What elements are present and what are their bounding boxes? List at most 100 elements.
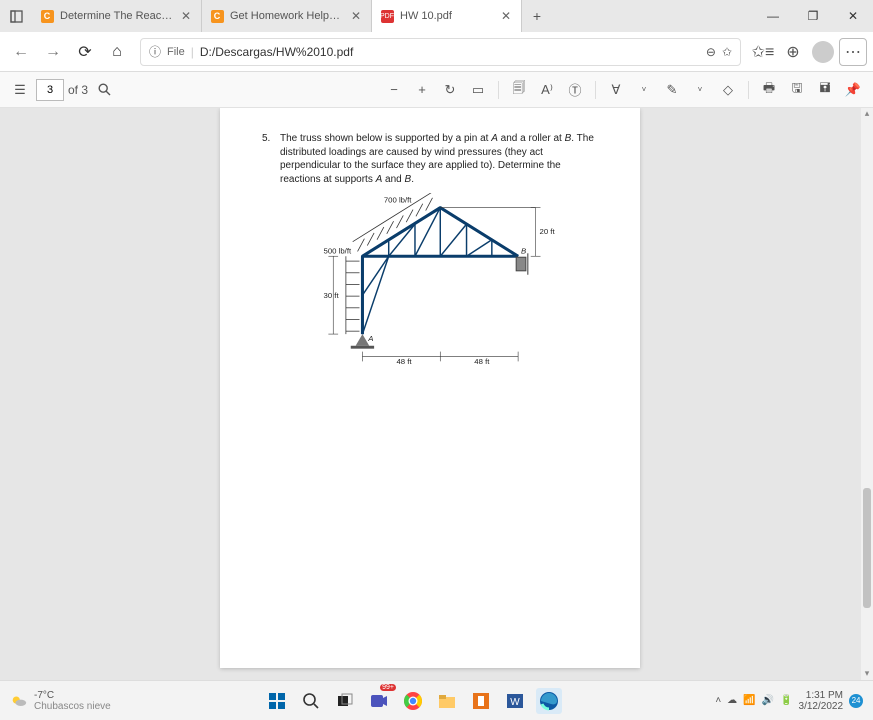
- page-number-input[interactable]: [36, 79, 64, 101]
- home-button[interactable]: ⌂: [102, 37, 132, 67]
- close-icon[interactable]: ✕: [499, 9, 513, 23]
- page-total-label: of 3: [68, 83, 88, 97]
- tray-overflow-icon[interactable]: ˄: [715, 695, 721, 706]
- label-span-left: 48 ft: [396, 357, 412, 366]
- weather-widget[interactable]: -7°C Chubascos nieve: [10, 690, 111, 712]
- tab-determine-reaction[interactable]: C Determine The Reaction At A An ✕: [32, 0, 202, 32]
- wifi-icon[interactable]: 📶: [743, 695, 755, 706]
- clock[interactable]: 1:31 PM 3/12/2022: [799, 690, 844, 712]
- vertical-scrollbar[interactable]: ▴ ▾: [861, 108, 873, 680]
- zoom-out-icon[interactable]: −: [382, 78, 406, 102]
- label-dim-h: 30 ft: [324, 291, 340, 300]
- back-button[interactable]: ←: [6, 37, 36, 67]
- erase-icon[interactable]: ◇: [716, 78, 740, 102]
- truss-figure: 700 lb/ft 500 lb/ft 30 ft 20 ft 48 ft 48…: [320, 193, 580, 373]
- label-load-left: 500 lb/ft: [324, 246, 352, 255]
- maximize-button[interactable]: ❐: [793, 0, 833, 32]
- label-point-a: A: [367, 334, 373, 343]
- separator: [498, 81, 499, 99]
- save-icon[interactable]: 🖫: [785, 78, 809, 102]
- add-text-icon[interactable]: Ⓣ: [563, 78, 587, 102]
- collections-icon[interactable]: ⊕: [779, 38, 807, 66]
- date-label: 3/12/2022: [799, 701, 844, 712]
- separator: [595, 81, 596, 99]
- scroll-up-icon[interactable]: ▴: [861, 108, 873, 120]
- label-point-b: B: [521, 246, 526, 255]
- rotate-icon[interactable]: ↻: [438, 78, 462, 102]
- label-load-top: 700 lb/ft: [384, 196, 412, 205]
- taskbar: -7°C Chubascos nieve 99+ W ˄ ☁ 📶 🔊 🔋 1:3…: [0, 680, 873, 720]
- weather-temp: -7°C: [34, 690, 111, 701]
- word-icon[interactable]: W: [502, 688, 528, 714]
- close-icon[interactable]: ✕: [179, 9, 193, 23]
- pdf-viewer[interactable]: 5. The truss shown below is supported by…: [0, 108, 861, 680]
- battery-icon[interactable]: 🔋: [780, 695, 792, 706]
- notification-badge[interactable]: 24: [849, 694, 863, 708]
- pin-toolbar-icon[interactable]: 📌: [841, 78, 865, 102]
- label-span-right: 48 ft: [474, 357, 490, 366]
- window-controls: — ❐ ✕: [753, 0, 873, 32]
- close-window-button[interactable]: ✕: [833, 0, 873, 32]
- profile-avatar[interactable]: [809, 38, 837, 66]
- minimize-button[interactable]: —: [753, 0, 793, 32]
- highlight-dropdown-icon[interactable]: ˅: [688, 78, 712, 102]
- close-icon[interactable]: ✕: [349, 9, 363, 23]
- tab-label: Determine The Reaction At A An: [60, 10, 173, 22]
- zoom-in-icon[interactable]: +: [410, 78, 434, 102]
- save-as-icon[interactable]: 🖬: [813, 78, 837, 102]
- chegg-favicon-icon: C: [40, 9, 54, 23]
- pdf-favicon-icon: PDF: [380, 9, 394, 23]
- tab-hw10-pdf[interactable]: PDF HW 10.pdf ✕: [372, 0, 522, 32]
- tab-label: HW 10.pdf: [400, 10, 493, 22]
- tab-label: Get Homework Help With Cheg: [230, 10, 343, 22]
- separator: [748, 81, 749, 99]
- search-icon[interactable]: [92, 78, 116, 102]
- tab-actions-icon[interactable]: [0, 0, 32, 32]
- taskbar-center: 99+ W: [264, 688, 562, 714]
- favorites-bar-icon[interactable]: ✩≡: [749, 38, 777, 66]
- scroll-down-icon[interactable]: ▾: [861, 668, 873, 680]
- zoom-reset-icon[interactable]: ⊖: [706, 45, 716, 59]
- chrome-icon[interactable]: [400, 688, 426, 714]
- favorite-icon[interactable]: ✩: [722, 45, 732, 59]
- more-menu-button[interactable]: ⋯: [839, 38, 867, 66]
- svg-text:W: W: [510, 697, 520, 708]
- time-label: 1:31 PM: [799, 690, 844, 701]
- label-dim-right: 20 ft: [540, 227, 556, 236]
- scrollbar-thumb[interactable]: [863, 488, 871, 608]
- teams-icon[interactable]: 99+: [366, 688, 392, 714]
- system-tray[interactable]: ˄ ☁ 📶 🔊 🔋 1:31 PM 3/12/2022 24: [715, 690, 863, 712]
- fit-page-icon[interactable]: ▭: [466, 78, 490, 102]
- volume-icon[interactable]: 🔊: [762, 695, 774, 706]
- protocol-badge: File: [167, 46, 185, 58]
- page-view-icon[interactable]: 🗐: [507, 78, 531, 102]
- highlight-icon[interactable]: ✎: [660, 78, 684, 102]
- search-button[interactable]: [298, 688, 324, 714]
- titlebar: C Determine The Reaction At A An ✕ C Get…: [0, 0, 873, 32]
- explorer-icon[interactable]: [434, 688, 460, 714]
- address-field[interactable]: ⓘ File | D:/Descargas/HW%2010.pdf ⊖ ✩: [140, 38, 741, 66]
- tab-homework-help[interactable]: C Get Homework Help With Cheg ✕: [202, 0, 372, 32]
- edge-icon[interactable]: [536, 688, 562, 714]
- pdf-toolbar: ☰ of 3 − + ↻ ▭ 🗐 A⁾ Ⓣ ∀ ˅ ✎ ˅ ◇ 🖶 🖫 🖬 📌: [0, 72, 873, 108]
- print-icon[interactable]: 🖶: [757, 78, 781, 102]
- new-tab-button[interactable]: +: [522, 0, 552, 32]
- draw-dropdown-icon[interactable]: ˅: [632, 78, 656, 102]
- read-aloud-icon[interactable]: A⁾: [535, 78, 559, 102]
- draw-icon[interactable]: ∀: [604, 78, 628, 102]
- onedrive-icon[interactable]: ☁: [727, 695, 737, 706]
- task-view-button[interactable]: [332, 688, 358, 714]
- info-icon[interactable]: ⓘ: [149, 43, 161, 60]
- problem-number: 5.: [262, 132, 270, 146]
- start-button[interactable]: [264, 688, 290, 714]
- address-bar: ← → ⟳ ⌂ ⓘ File | D:/Descargas/HW%2010.pd…: [0, 32, 873, 72]
- forward-button[interactable]: →: [38, 37, 68, 67]
- refresh-button[interactable]: ⟳: [70, 37, 100, 67]
- badge-count: 99+: [380, 684, 396, 691]
- separator: |: [191, 45, 194, 59]
- pdf-page: 5. The truss shown below is supported by…: [220, 108, 640, 668]
- app-orange-icon[interactable]: [468, 688, 494, 714]
- weather-desc: Chubascos nieve: [34, 701, 111, 712]
- contents-icon[interactable]: ☰: [8, 78, 32, 102]
- chegg-favicon-icon: C: [210, 9, 224, 23]
